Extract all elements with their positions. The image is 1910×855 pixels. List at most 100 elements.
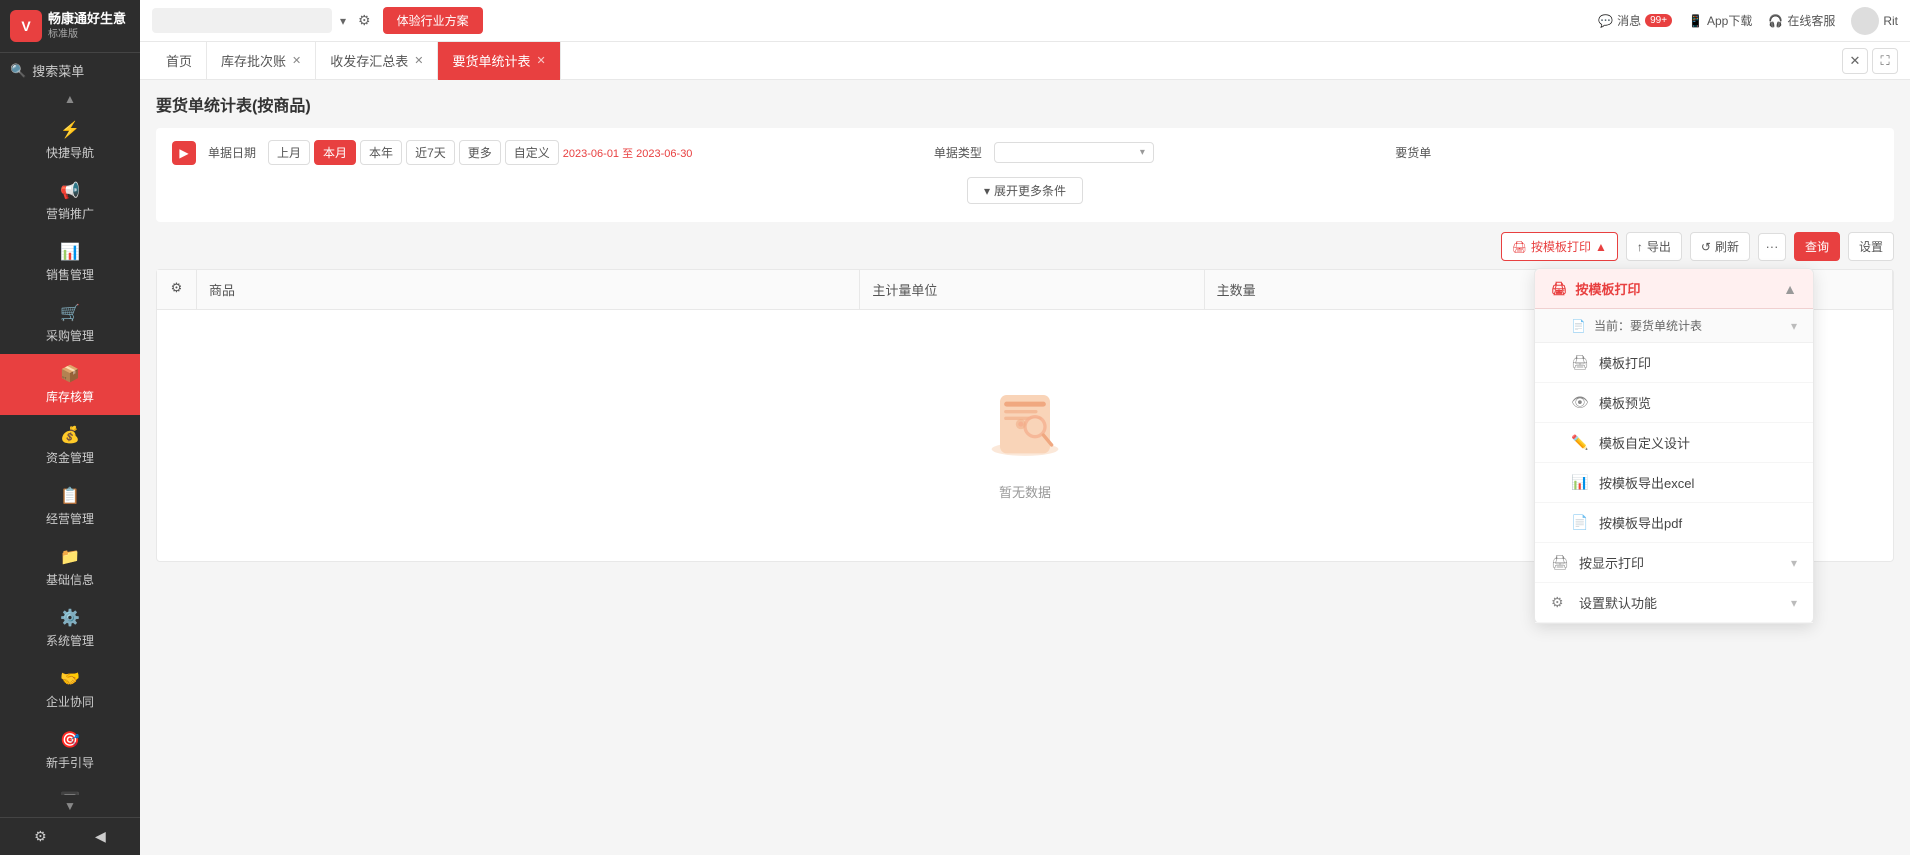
sidebar-icon-operations: 📋 [60,486,80,506]
tab-2[interactable]: 收发存汇总表✕ [316,42,438,80]
template-print-label: 按模板打印 [1531,238,1591,255]
date-btn-0[interactable]: 上月 [268,140,310,165]
sidebar-icon-basic: 📁 [60,547,80,567]
export-btn[interactable]: ↑ 导出 [1626,232,1682,261]
date-range: 2023-06-01 至 2023-06-30 [563,145,693,161]
tab-close-2[interactable]: ✕ [414,54,423,67]
dropdown-sub-display-print[interactable]: 🖨 按显示打印 ▾ [1535,543,1813,583]
filter-collapse-btn[interactable]: ▶ [172,141,196,165]
dropdown-item-template-preview[interactable]: 👁 模板预览 [1535,383,1813,423]
sidebar-label-quick-nav: 快捷导航 [46,144,94,161]
sidebar-item-basic[interactable]: 📁 基础信息 [0,537,140,598]
refresh-btn[interactable]: ↺ 刷新 [1690,232,1750,261]
sidebar-label-newbie: 新手引导 [46,754,94,771]
collapse-sidebar-btn[interactable]: ◀ [95,828,106,845]
more-actions-btn[interactable]: ··· [1758,233,1786,261]
tab-close-all-btn[interactable]: ✕ [1842,48,1868,74]
sidebar-label-inventory: 库存核算 [46,388,94,405]
app-download-label: App下载 [1707,12,1752,29]
sidebar-icon-marketing: 📢 [60,181,80,201]
sidebar-scroll-up[interactable]: ▲ [0,88,140,110]
date-btn-4[interactable]: 更多 [459,140,501,165]
filter-section: ▶ 单据日期 上月本月本年近7天更多自定义2023-06-01 至 2023-0… [156,128,1894,222]
default-function-icon: ⚙ [1551,594,1569,611]
messages-btn[interactable]: 💬 消息 99+ [1598,12,1672,29]
sidebar-search[interactable]: 🔍 搜索菜单 [0,53,140,88]
settings-action-btn[interactable]: 设置 [1848,232,1894,261]
sidebar-search-label: 搜索菜单 [32,61,84,80]
sidebar-item-operations[interactable]: 📋 经营管理 [0,476,140,537]
query-label: 查询 [1805,238,1829,255]
dropdown-title-label: 按模板打印 [1576,279,1641,298]
sidebar-item-quick-nav[interactable]: ⚡ 快捷导航 [0,110,140,171]
expand-arrow-icon: ▾ [984,184,990,198]
sidebar-item-inventory[interactable]: 📦 库存核算 [0,354,140,415]
sidebar-item-collab[interactable]: 🤝 企业协同 [0,659,140,720]
sidebar-icon-inventory: 📦 [60,364,80,384]
table-col-quantity: 主数量 [1205,270,1549,309]
sidebar-item-system[interactable]: ⚙️ 系统管理 [0,598,140,659]
bill-type-select[interactable]: ▾ [994,142,1154,163]
tab-0[interactable]: 首页 [152,42,207,80]
tab-expand-btn[interactable]: ⛶ [1872,48,1898,74]
avatar-area[interactable]: Rit [1851,7,1898,35]
dropdown-sub-default-function[interactable]: ⚙ 设置默认功能 ▾ [1535,583,1813,623]
sidebar-nav: ⚡ 快捷导航 📢 营销推广 📊 销售管理 🛒 采购管理 📦 库存核算 💰 资金管… [0,110,140,795]
sidebar: V 畅康通好生意 标准版 🔍 搜索菜单 ▲ ⚡ 快捷导航 📢 营销推广 📊 销售… [0,0,140,855]
template-design-label: 模板自定义设计 [1599,433,1690,452]
header-dropdown-arrow[interactable]: ▾ [340,14,346,28]
sidebar-item-marketing[interactable]: 📢 营销推广 [0,171,140,232]
main-content: ▾ ⚙ 体验行业方案 💬 消息 99+ 📱 App下载 🎧 在线客服 Rit [140,0,1910,855]
dropdown-close-btn[interactable]: ▲ [1783,281,1797,297]
sidebar-scroll-down[interactable]: ▼ [0,795,140,817]
tab-close-3[interactable]: ✕ [537,54,546,67]
tab-label-3: 要货单统计表 [452,51,530,70]
expand-more-btn[interactable]: ▾ 展开更多条件 [967,177,1083,204]
tab-label-1: 库存批次账 [221,51,286,70]
action-bar: 🖨 按模板打印 ▲ ↑ 导出 ↺ 刷新 ··· 查询 设置 [156,232,1894,261]
date-btn-3[interactable]: 近7天 [406,140,455,165]
app-download-btn[interactable]: 📱 App下载 [1688,12,1752,29]
dropdown-item-export-excel[interactable]: 📊 按模板导出excel [1535,463,1813,503]
date-btn-5[interactable]: 自定义 [505,140,559,165]
dropdown-item-template-print[interactable]: 🖨 模板打印 [1535,343,1813,383]
export-label: 导出 [1647,238,1671,255]
sidebar-item-sales[interactable]: 📊 销售管理 [0,232,140,293]
messages-label: 消息 [1617,12,1641,29]
header-gear-icon[interactable]: ⚙ [358,12,371,29]
table-col-settings[interactable]: ⚙ [157,270,197,309]
date-btn-1[interactable]: 本月 [314,140,356,165]
refresh-label: 刷新 [1715,238,1739,255]
date-btn-2[interactable]: 本年 [360,140,402,165]
dropdown-header: 🖨 按模板打印 ▲ [1535,269,1813,309]
online-service-btn[interactable]: 🎧 在线客服 [1768,12,1835,29]
dropdown-title: 🖨 按模板打印 [1551,279,1641,298]
sidebar-item-finance[interactable]: 💰 资金管理 [0,415,140,476]
date-buttons: 上月本月本年近7天更多自定义2023-06-01 至 2023-06-30 [268,140,692,165]
dropdown-item-template-design[interactable]: ✏️ 模板自定义设计 [1535,423,1813,463]
settings-bottom-btn[interactable]: ⚙ [34,828,47,845]
trial-btn[interactable]: 体验行业方案 [383,7,483,34]
headset-icon: 🎧 [1768,14,1783,28]
sidebar-item-apps[interactable]: 🔲 应用中心 [0,781,140,795]
avatar [1851,7,1879,35]
sidebar-label-system: 系统管理 [46,632,94,649]
tab-close-1[interactable]: ✕ [292,54,301,67]
dropdown-current-template[interactable]: 📄 当前：要货单统计表 ▾ [1535,309,1813,343]
dropdown-print-icon: 🖨 [1551,281,1568,297]
default-function-label: 设置默认功能 [1579,593,1657,612]
online-service-label: 在线客服 [1787,12,1835,29]
tab-1[interactable]: 库存批次账 ✕ [207,42,316,80]
sidebar-item-newbie[interactable]: 🎯 新手引导 [0,720,140,781]
sidebar-label-operations: 经营管理 [46,510,94,527]
template-print-btn[interactable]: 🖨 按模板打印 ▲ [1501,232,1618,261]
sidebar-item-purchase[interactable]: 🛒 采购管理 [0,293,140,354]
tab-3[interactable]: 要货单统计表 ✕ [438,42,560,80]
query-btn[interactable]: 查询 [1794,232,1840,261]
dropdown-item-export-pdf[interactable]: 📄 按模板导出pdf [1535,503,1813,543]
filter-row: ▶ 单据日期 上月本月本年近7天更多自定义2023-06-01 至 2023-0… [172,140,1878,165]
message-icon: 💬 [1598,14,1613,28]
display-print-arrow: ▾ [1791,556,1797,570]
template-design-icon: ✏️ [1571,434,1589,451]
printer-icon: 🖨 [1512,240,1527,254]
